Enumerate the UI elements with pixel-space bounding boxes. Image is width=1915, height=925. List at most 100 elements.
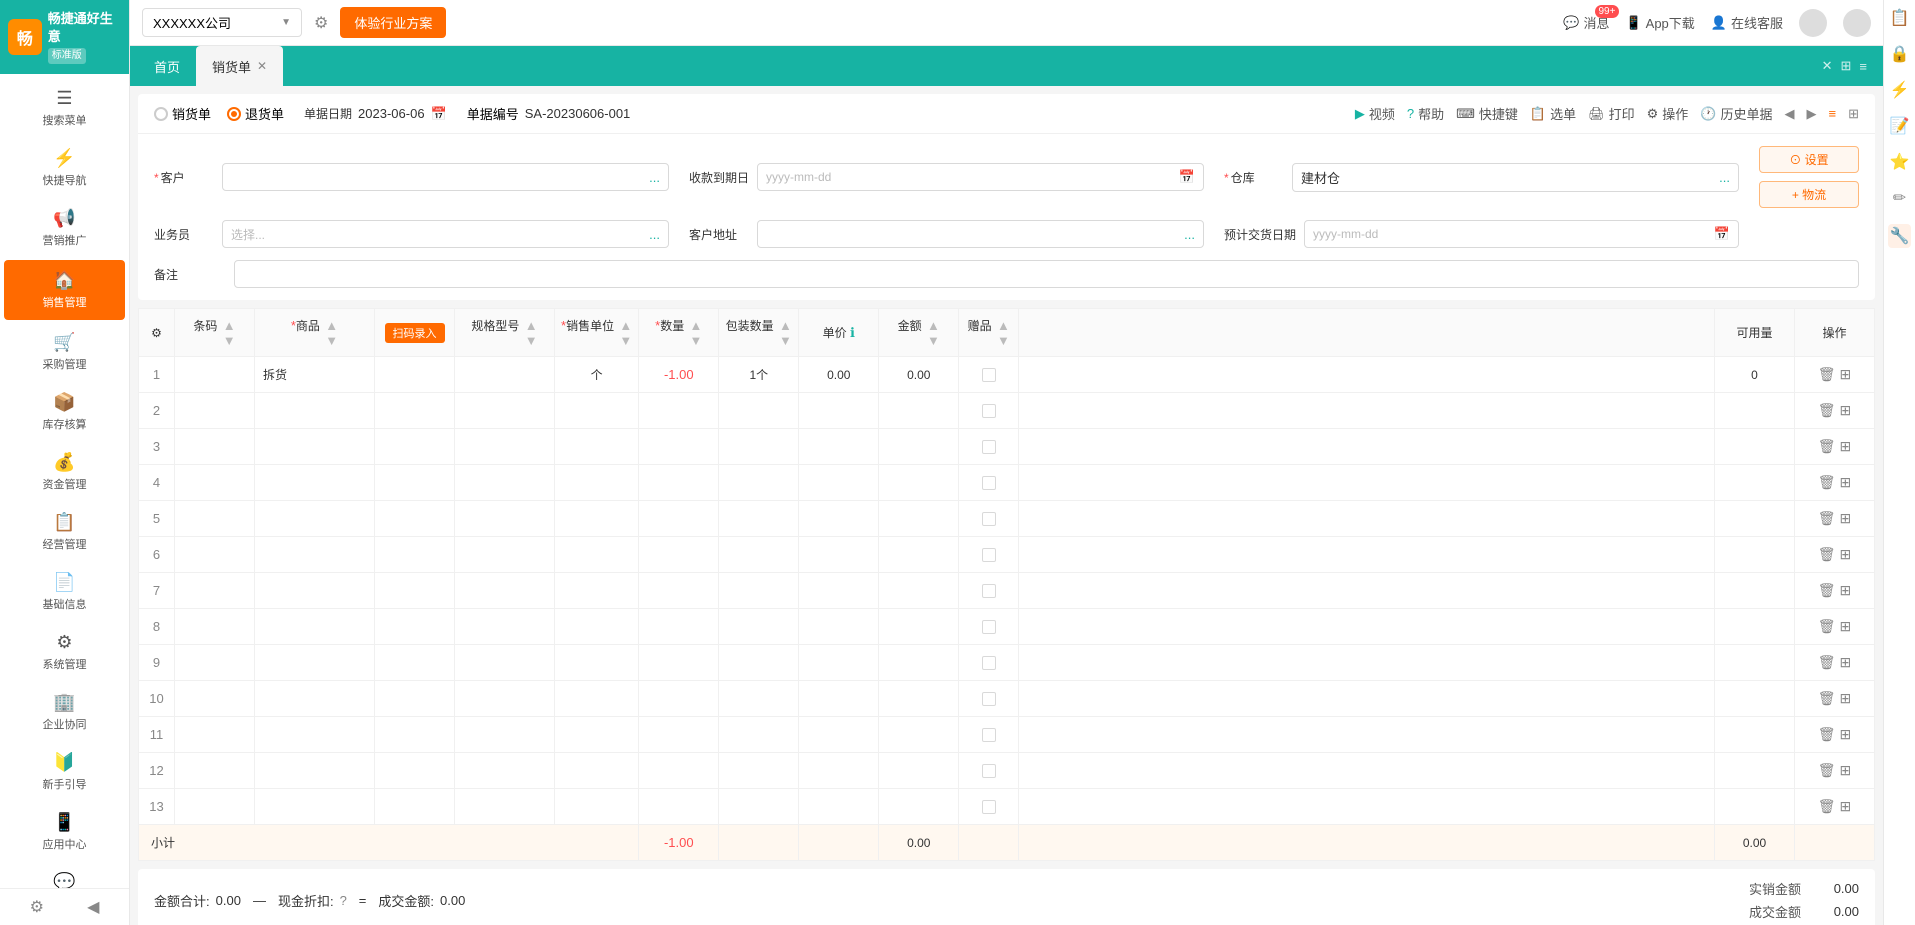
copy-row-button[interactable]: ⊞ bbox=[1840, 438, 1852, 455]
customer-dots[interactable]: ... bbox=[649, 170, 660, 185]
sidebar-item-app-center[interactable]: 📱 应用中心 bbox=[0, 802, 129, 862]
cell-price[interactable]: 0.00 bbox=[799, 357, 879, 393]
cell-amount[interactable] bbox=[879, 753, 959, 789]
cell-price[interactable] bbox=[799, 609, 879, 645]
cell-product[interactable] bbox=[255, 717, 375, 753]
tab-sales-order[interactable]: 销货单 ✕ bbox=[196, 46, 283, 86]
delete-row-button[interactable]: 🗑 bbox=[1818, 402, 1836, 419]
print-link[interactable]: 🖨 打印 bbox=[1588, 104, 1635, 123]
cell-barcode[interactable] bbox=[175, 573, 255, 609]
delete-row-button[interactable]: 🗑 bbox=[1818, 654, 1836, 671]
cell-gift[interactable] bbox=[959, 753, 1019, 789]
date-calendar-icon[interactable]: 📅 bbox=[431, 106, 447, 122]
select-link[interactable]: 📋 选单 bbox=[1530, 104, 1576, 123]
cell-pkg-qty[interactable] bbox=[719, 645, 799, 681]
cell-spec[interactable] bbox=[455, 789, 555, 825]
cell-barcode[interactable] bbox=[175, 681, 255, 717]
copy-row-button[interactable]: ⊞ bbox=[1840, 618, 1852, 635]
tab-home[interactable]: 首页 bbox=[138, 46, 196, 86]
cell-barcode[interactable] bbox=[175, 501, 255, 537]
cell-spec[interactable] bbox=[455, 429, 555, 465]
company-selector[interactable]: XXXXXX公司 ▼ bbox=[142, 8, 302, 37]
sidebar-item-sales[interactable]: 🏠 销售管理 bbox=[4, 260, 125, 320]
cell-product[interactable] bbox=[255, 393, 375, 429]
header-settings-icon[interactable]: ⚙ bbox=[314, 13, 328, 33]
cell-unit[interactable] bbox=[555, 789, 639, 825]
delete-row-button[interactable]: 🗑 bbox=[1818, 546, 1836, 563]
cell-product[interactable] bbox=[255, 645, 375, 681]
cell-price[interactable] bbox=[799, 393, 879, 429]
cell-spec[interactable] bbox=[455, 573, 555, 609]
cell-qty[interactable] bbox=[639, 501, 719, 537]
cell-qty[interactable] bbox=[639, 537, 719, 573]
user-avatar[interactable] bbox=[1799, 9, 1827, 37]
cell-barcode[interactable] bbox=[175, 537, 255, 573]
cell-gift[interactable] bbox=[959, 717, 1019, 753]
gift-checkbox[interactable] bbox=[982, 800, 996, 814]
cell-qty[interactable] bbox=[639, 681, 719, 717]
gift-checkbox[interactable] bbox=[982, 656, 996, 670]
trial-button[interactable]: 体验行业方案 bbox=[340, 7, 446, 38]
cell-gift[interactable] bbox=[959, 789, 1019, 825]
copy-row-button[interactable]: ⊞ bbox=[1840, 690, 1852, 707]
sidebar-item-operations[interactable]: 📋 经营管理 bbox=[0, 502, 129, 562]
cell-price[interactable] bbox=[799, 537, 879, 573]
cell-pkg-qty[interactable] bbox=[719, 789, 799, 825]
cell-price[interactable] bbox=[799, 789, 879, 825]
cell-product[interactable] bbox=[255, 681, 375, 717]
cell-price[interactable] bbox=[799, 573, 879, 609]
address-dots[interactable]: ... bbox=[1184, 227, 1195, 242]
gift-checkbox[interactable] bbox=[982, 476, 996, 490]
radio-return[interactable]: 退货单 bbox=[227, 104, 284, 123]
cell-price[interactable] bbox=[799, 645, 879, 681]
cell-amount[interactable] bbox=[879, 465, 959, 501]
cell-unit[interactable] bbox=[555, 609, 639, 645]
gift-checkbox[interactable] bbox=[982, 764, 996, 778]
cell-product[interactable] bbox=[255, 537, 375, 573]
cell-product[interactable]: 拆货 bbox=[255, 357, 375, 393]
cell-unit[interactable] bbox=[555, 465, 639, 501]
sidebar-item-search[interactable]: ☰ 搜索菜单 bbox=[0, 78, 129, 138]
cell-spec[interactable] bbox=[455, 645, 555, 681]
copy-row-button[interactable]: ⊞ bbox=[1840, 366, 1852, 383]
cell-product[interactable] bbox=[255, 753, 375, 789]
right-panel-icon-6[interactable]: ✏ bbox=[1893, 188, 1906, 208]
gift-checkbox[interactable] bbox=[982, 620, 996, 634]
sidebar-settings-btn[interactable]: ⚙ bbox=[30, 897, 44, 917]
notes-input[interactable] bbox=[234, 260, 1859, 288]
tab-grid-icon[interactable]: ⊞ bbox=[1841, 58, 1852, 74]
cell-qty[interactable] bbox=[639, 465, 719, 501]
salesperson-dots[interactable]: ... bbox=[649, 227, 660, 242]
cell-barcode[interactable] bbox=[175, 717, 255, 753]
delete-row-button[interactable]: 🗑 bbox=[1818, 474, 1836, 491]
cell-pkg-qty[interactable] bbox=[719, 609, 799, 645]
gift-checkbox[interactable] bbox=[982, 584, 996, 598]
cell-pkg-qty[interactable] bbox=[719, 501, 799, 537]
cell-spec[interactable] bbox=[455, 501, 555, 537]
gift-checkbox[interactable] bbox=[982, 512, 996, 526]
cell-unit[interactable] bbox=[555, 501, 639, 537]
cell-gift[interactable] bbox=[959, 537, 1019, 573]
view-icon-list[interactable]: ≡ bbox=[1829, 106, 1837, 121]
cell-barcode[interactable] bbox=[175, 465, 255, 501]
app-download-btn[interactable]: 📱 App下载 bbox=[1625, 13, 1694, 32]
cell-gift[interactable] bbox=[959, 573, 1019, 609]
shortcuts-link[interactable]: ⌨ 快捷键 bbox=[1456, 104, 1518, 123]
gift-checkbox[interactable] bbox=[982, 692, 996, 706]
cell-qty[interactable] bbox=[639, 609, 719, 645]
cell-unit[interactable] bbox=[555, 573, 639, 609]
warehouse-dots[interactable]: ... bbox=[1719, 170, 1730, 185]
cell-qty[interactable] bbox=[639, 573, 719, 609]
cell-unit[interactable] bbox=[555, 537, 639, 573]
cell-spec[interactable] bbox=[455, 609, 555, 645]
right-panel-icon-5[interactable]: ⭐ bbox=[1890, 152, 1910, 172]
delete-row-button[interactable]: 🗑 bbox=[1818, 762, 1836, 779]
delete-row-button[interactable]: 🗑 bbox=[1818, 690, 1836, 707]
delete-row-button[interactable]: 🗑 bbox=[1818, 726, 1836, 743]
expected-date-calendar-icon[interactable]: 📅 bbox=[1714, 226, 1730, 242]
delete-row-button[interactable]: 🗑 bbox=[1818, 438, 1836, 455]
cell-price[interactable] bbox=[799, 465, 879, 501]
settings-button[interactable]: ⊙ 设置 bbox=[1759, 146, 1859, 173]
delete-row-button[interactable]: 🗑 bbox=[1818, 582, 1836, 599]
copy-row-button[interactable]: ⊞ bbox=[1840, 474, 1852, 491]
